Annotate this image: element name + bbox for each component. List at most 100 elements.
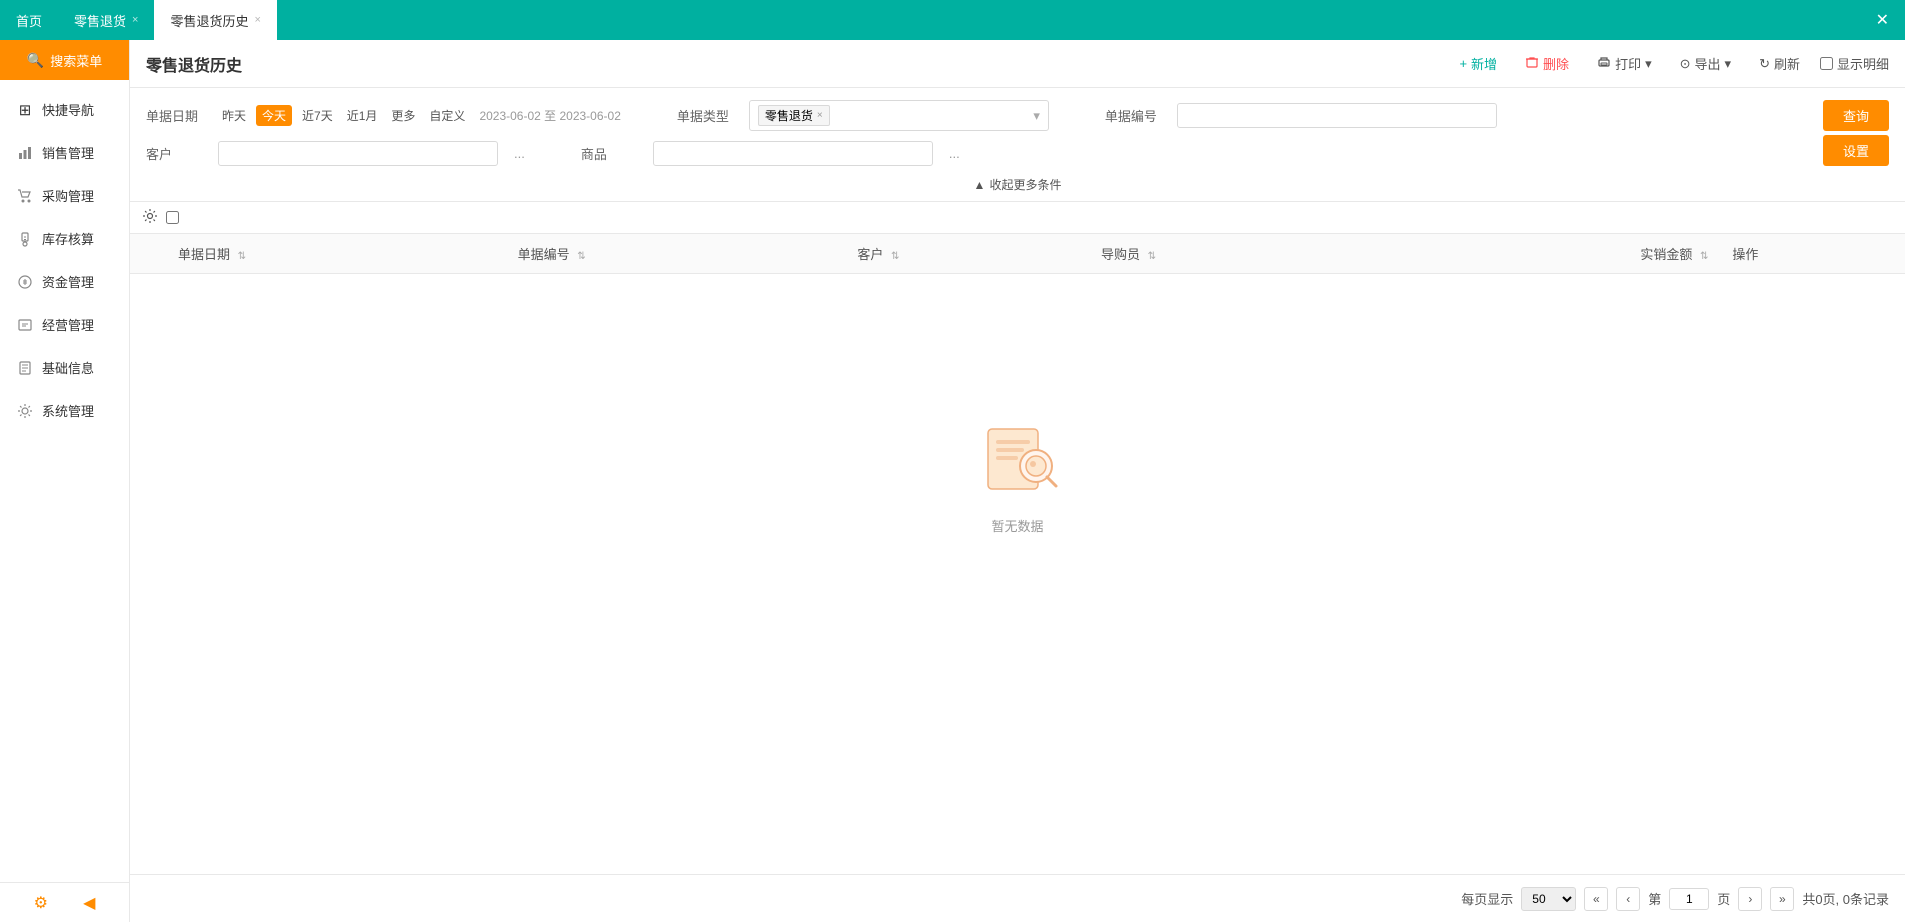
sidebar-item-label: 系统管理 [42,401,94,420]
filter-right-buttons: 查询 设置 [1823,100,1889,166]
finance-icon [16,273,34,291]
tab-home-label: 首页 [16,11,42,30]
delete-label: 删除 [1543,54,1569,73]
main-layout: 🔍 搜索菜单 ⊞ 快捷导航 销售管理 采购管理 [0,40,1905,922]
tab-retail-return-history[interactable]: 零售退货历史 × [154,0,276,40]
prev-page-button[interactable]: ‹ [1616,887,1640,911]
show-detail-checkbox[interactable] [1820,57,1833,70]
date-opt-7days[interactable]: 近7天 [298,105,337,126]
th-guide-sort: ⇅ [1148,251,1156,262]
quick-nav-icon: ⊞ [16,101,34,119]
th-date[interactable]: 单据日期 ⇅ [166,234,506,274]
export-dropdown-icon: ▾ [1725,56,1732,72]
last-page-icon: » [1779,892,1786,906]
sidebar-search[interactable]: 🔍 搜索菜单 [0,40,129,80]
doc-type-select[interactable]: 零售退货 × ▾ [749,100,1049,131]
collapse-sidebar-icon[interactable]: ◀ [83,893,95,913]
table-area: 单据日期 ⇅ 单据编号 ⇅ 客户 ⇅ 导购员 ⇅ [130,202,1905,874]
tab-retail-return-history-label: 零售退货历史 [170,11,248,30]
table-header-row: 单据日期 ⇅ 单据编号 ⇅ 客户 ⇅ 导购员 ⇅ [130,234,1905,274]
page-number-input[interactable] [1669,888,1709,910]
sidebar-bottom: ⚙ ◀ [0,882,129,922]
refresh-label: 刷新 [1774,54,1800,73]
goods-label: 商品 [581,144,637,163]
customer-input[interactable] [218,141,498,166]
tab-bar: 首页 零售退货 × 零售退货历史 × ✕ [0,0,1905,40]
tab-retail-return[interactable]: 零售退货 × [58,0,154,40]
date-filter-label: 单据日期 [146,106,202,125]
table-toolbar [130,202,1905,234]
sidebar-item-operations[interactable]: 经营管理 [0,303,129,346]
th-guide[interactable]: 导购员 ⇅ [1089,234,1381,274]
doc-no-input[interactable] [1177,103,1497,128]
th-amount[interactable]: 实销金额 ⇅ [1381,234,1721,274]
query-button[interactable]: 查询 [1823,100,1889,131]
doc-type-label: 单据类型 [677,106,733,125]
th-customer-sort: ⇅ [891,251,899,262]
content-area: 零售退货历史 + 新增 删除 打印 ▾ [130,40,1905,922]
show-detail-label: 显示明细 [1837,54,1889,73]
collapse-up-icon: ▲ [974,178,986,192]
page-size-label: 每页显示 [1461,889,1513,908]
tab-home[interactable]: 首页 [0,0,58,40]
refresh-button[interactable]: ↻ 刷新 [1751,50,1808,77]
sidebar-item-sales-mgmt[interactable]: 销售管理 [0,131,129,174]
doc-no-label: 单据编号 [1105,106,1161,125]
show-detail-checkbox-label[interactable]: 显示明细 [1820,54,1889,73]
sidebar-item-inventory[interactable]: 库存核算 [0,217,129,260]
th-date-sort: ⇅ [238,251,246,262]
filter-fields: 单据日期 昨天 今天 近7天 近1月 更多 自定义 2023-06-02 至 2… [146,100,1823,166]
date-opt-today[interactable]: 今天 [256,105,292,126]
delete-button[interactable]: 删除 [1517,50,1577,77]
date-opt-custom[interactable]: 自定义 [425,105,469,126]
date-options: 昨天 今天 近7天 近1月 更多 自定义 2023-06-02 至 2023-0… [218,105,621,126]
table-settings-icon[interactable] [142,208,158,227]
sidebar-item-quick-nav[interactable]: ⊞ 快捷导航 [0,88,129,131]
sidebar-item-label: 快捷导航 [42,100,94,119]
doc-type-tag-label: 零售退货 [765,107,813,124]
sidebar-item-purchase-mgmt[interactable]: 采购管理 [0,174,129,217]
page-title: 零售退货历史 [146,52,1451,76]
export-button[interactable]: ⊙ 导出 ▾ [1672,50,1739,77]
date-opt-more[interactable]: 更多 [387,105,419,126]
sidebar-item-system-mgmt[interactable]: 系统管理 [0,389,129,432]
next-page-button[interactable]: › [1738,887,1762,911]
collapse-bar[interactable]: ▲ 收起更多条件 [146,172,1889,197]
tab-retail-return-history-close[interactable]: × [254,14,260,26]
doc-type-tag: 零售退货 × [758,105,830,126]
date-opt-1month[interactable]: 近1月 [343,105,382,126]
add-button[interactable]: + 新增 [1451,50,1505,77]
customer-ellipsis[interactable]: ... [514,146,525,161]
tab-retail-return-close[interactable]: × [132,14,138,26]
goods-ellipsis[interactable]: ... [949,146,960,161]
last-page-button[interactable]: » [1770,887,1794,911]
sidebar-item-label: 采购管理 [42,186,94,205]
goods-input[interactable] [653,141,933,166]
th-action: 操作 [1720,234,1905,274]
setting-button[interactable]: 设置 [1823,135,1889,166]
doc-type-tag-close[interactable]: × [817,110,823,121]
empty-state: 暂无数据 [130,274,1905,674]
data-table: 单据日期 ⇅ 单据编号 ⇅ 客户 ⇅ 导购员 ⇅ [130,234,1905,274]
filter-area: 单据日期 昨天 今天 近7天 近1月 更多 自定义 2023-06-02 至 2… [130,88,1905,202]
th-customer[interactable]: 客户 ⇅ [845,234,1089,274]
th-no[interactable]: 单据编号 ⇅ [506,234,846,274]
print-button[interactable]: 打印 ▾ [1589,50,1660,77]
sidebar-item-finance[interactable]: 资金管理 [0,260,129,303]
page-size-select[interactable]: 50 20 100 [1521,887,1576,911]
th-amount-label: 实销金额 [1640,247,1692,262]
select-all-checkbox[interactable] [166,211,179,224]
add-label: 新增 [1471,54,1497,73]
empty-text: 暂无数据 [991,516,1043,535]
sidebar-item-basic-info[interactable]: 基础信息 [0,346,129,389]
window-close-button[interactable]: ✕ [1860,10,1905,30]
collapse-label: 收起更多条件 [989,176,1061,193]
settings-bottom-icon[interactable]: ⚙ [34,893,48,913]
first-page-button[interactable]: « [1584,887,1608,911]
date-opt-yesterday[interactable]: 昨天 [218,105,250,126]
filter-row-2: 客户 ... 商品 ... [146,141,1823,166]
print-label: 打印 [1615,54,1641,73]
print-icon [1597,55,1611,72]
sales-icon [16,144,34,162]
page-label: 第 [1648,889,1661,908]
